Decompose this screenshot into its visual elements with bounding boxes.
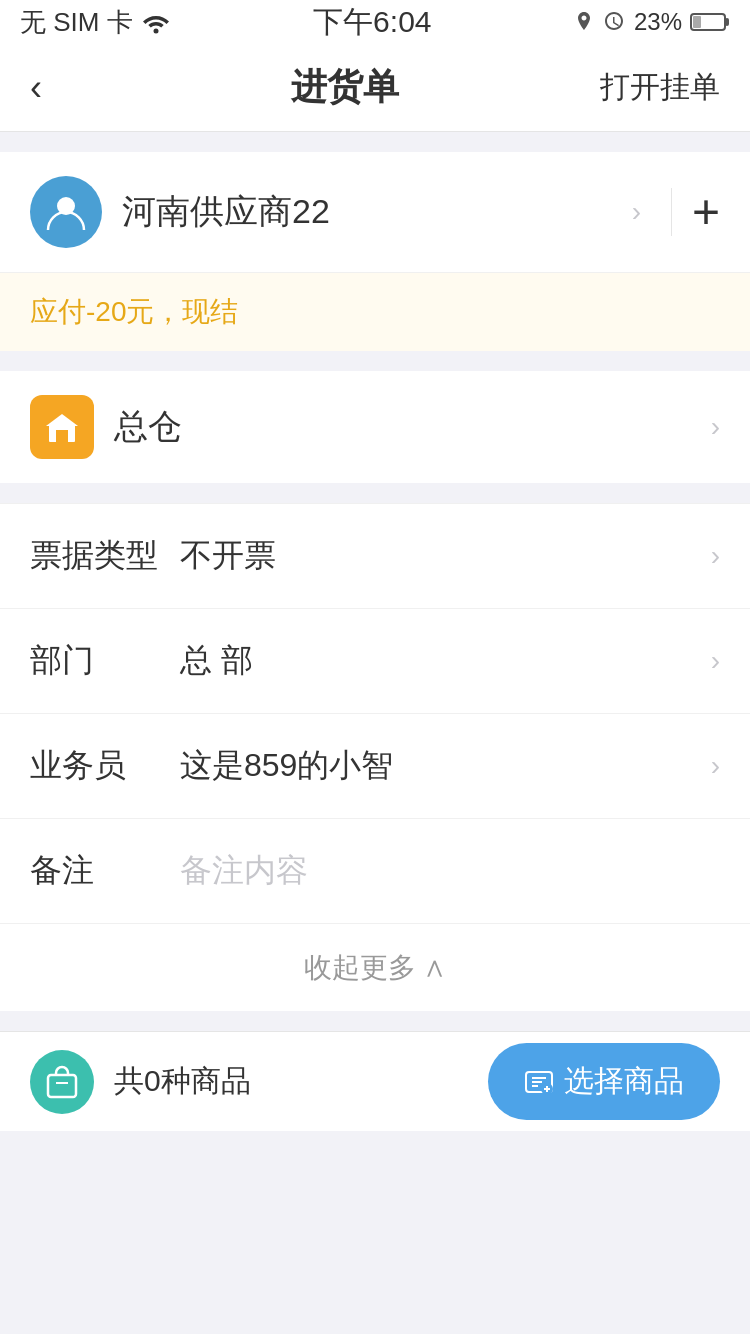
alarm-icon (602, 10, 626, 34)
carrier-text: 无 SIM 卡 (20, 5, 133, 40)
battery-icon (690, 11, 730, 33)
add-supplier-button[interactable]: + (671, 188, 720, 236)
collapse-text: 收起更多 ∧ (304, 949, 447, 987)
svg-rect-8 (48, 1075, 76, 1097)
status-bar: 无 SIM 卡 下午6:04 23% (0, 0, 750, 44)
nav-bar: ‹ 进货单 打开挂单 (0, 44, 750, 132)
supplier-card: 河南供应商22 › + 应付-20元，现结 (0, 152, 750, 351)
department-value: 总 部 (180, 639, 711, 683)
department-label: 部门 (30, 639, 170, 683)
warehouse-building-icon (43, 408, 81, 446)
battery-percent: 23% (634, 8, 682, 36)
warehouse-arrow-icon: › (711, 411, 720, 443)
select-product-label: 选择商品 (564, 1061, 684, 1102)
form-card: 票据类型 不开票 › 部门 总 部 › 业务员 这是859的小智 › 备注 备注… (0, 503, 750, 1011)
svg-rect-2 (725, 18, 729, 26)
open-pending-button[interactable]: 打开挂单 (600, 67, 720, 108)
section-gap-4 (0, 1011, 750, 1031)
ticket-type-label: 票据类型 (30, 534, 170, 578)
product-count: 共0种商品 (114, 1061, 488, 1102)
supplier-avatar (30, 176, 102, 248)
department-row[interactable]: 部门 总 部 › (0, 608, 750, 713)
collapse-bar[interactable]: 收起更多 ∧ (0, 923, 750, 1011)
person-icon (44, 190, 88, 234)
content-area (0, 1131, 750, 1334)
location-icon (574, 10, 594, 34)
product-icon (30, 1050, 94, 1114)
wifi-icon (141, 10, 171, 34)
section-gap-2 (0, 351, 750, 371)
section-gap-1 (0, 132, 750, 152)
notice-bar: 应付-20元，现结 (0, 273, 750, 351)
salesperson-value: 这是859的小智 (180, 744, 711, 788)
notice-text: 应付-20元，现结 (30, 296, 238, 327)
warehouse-icon (30, 395, 94, 459)
warehouse-name: 总仓 (114, 404, 711, 450)
section-gap-3 (0, 483, 750, 503)
select-product-icon (524, 1067, 554, 1097)
select-product-button[interactable]: 选择商品 (488, 1043, 720, 1120)
ticket-type-arrow: › (711, 540, 720, 572)
ticket-type-value: 不开票 (180, 534, 711, 578)
warehouse-card: 总仓 › (0, 371, 750, 483)
salesperson-arrow: › (711, 750, 720, 782)
ticket-type-row[interactable]: 票据类型 不开票 › (0, 503, 750, 608)
remark-label: 备注 (30, 849, 170, 893)
svg-rect-3 (693, 16, 701, 28)
supplier-arrow-icon: › (632, 196, 641, 228)
remark-row[interactable]: 备注 备注内容 (0, 818, 750, 923)
back-button[interactable]: ‹ (30, 67, 90, 109)
bottom-bar: 共0种商品 选择商品 (0, 1031, 750, 1131)
supplier-row[interactable]: 河南供应商22 › + (0, 152, 750, 273)
remark-input[interactable]: 备注内容 (180, 849, 720, 893)
supplier-name: 河南供应商22 (122, 189, 632, 235)
department-arrow: › (711, 645, 720, 677)
salesperson-label: 业务员 (30, 744, 170, 788)
page-title: 进货单 (291, 63, 399, 112)
status-carrier: 无 SIM 卡 (20, 5, 171, 40)
status-right: 23% (574, 8, 730, 36)
status-time: 下午6:04 (313, 2, 431, 43)
svg-rect-7 (56, 430, 68, 442)
salesperson-row[interactable]: 业务员 这是859的小智 › (0, 713, 750, 818)
svg-point-0 (153, 29, 158, 34)
shopping-bag-icon (43, 1063, 81, 1101)
svg-marker-6 (46, 414, 78, 426)
warehouse-row[interactable]: 总仓 › (0, 371, 750, 483)
